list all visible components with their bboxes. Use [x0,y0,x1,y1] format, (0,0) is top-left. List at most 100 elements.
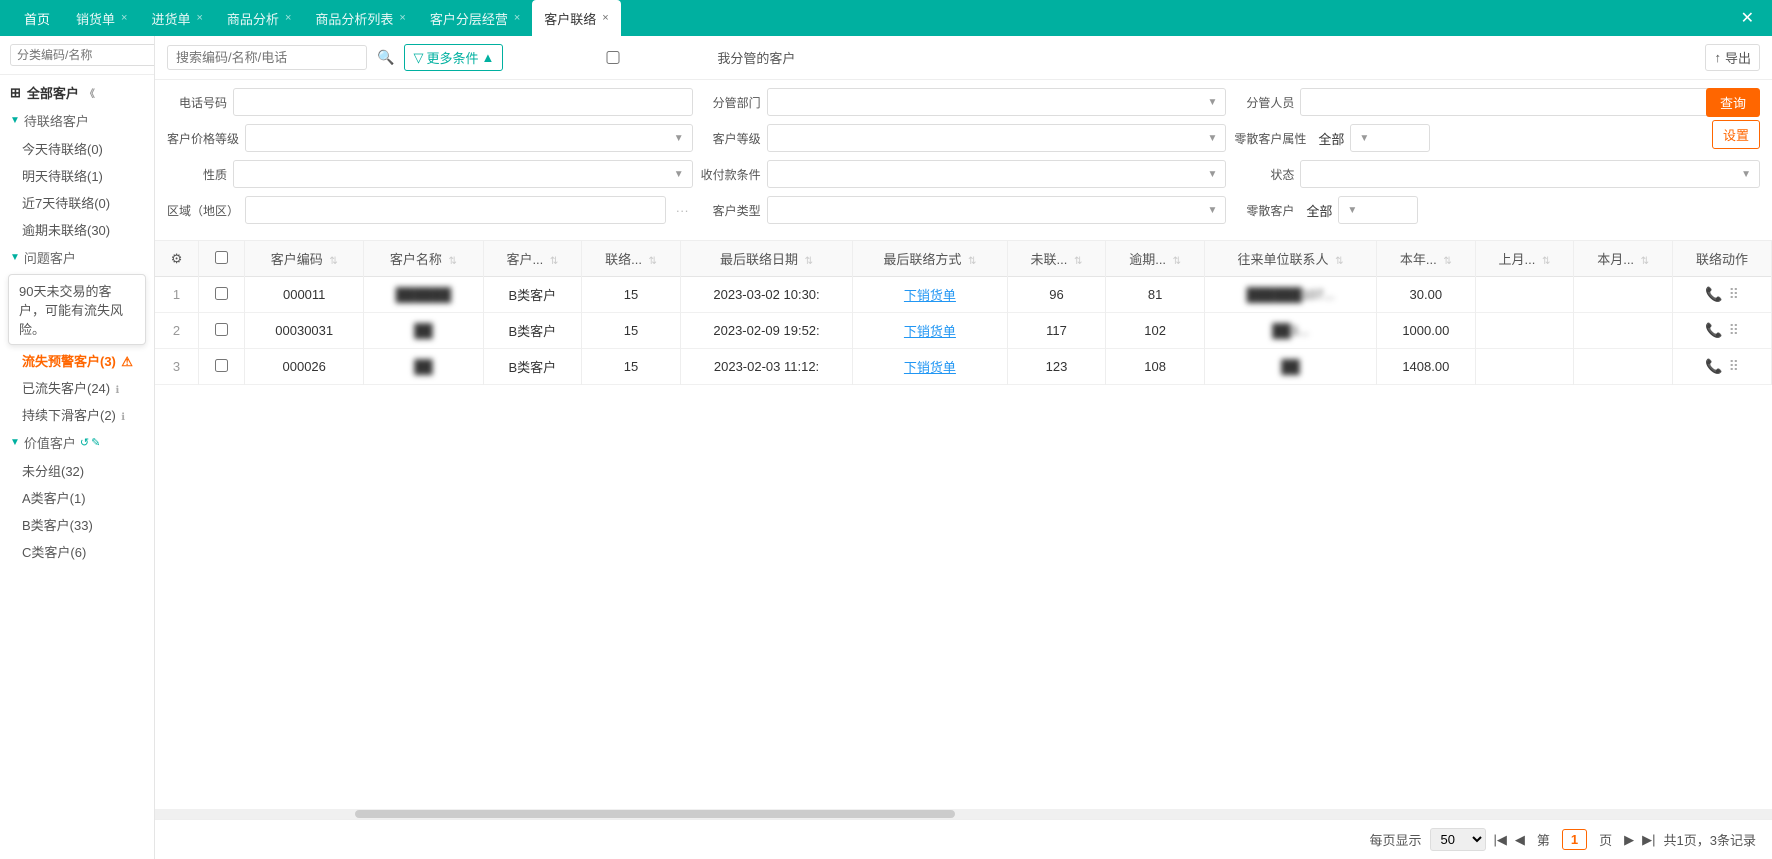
region-dots[interactable]: ··· [672,203,693,218]
tab-product-analysis-close[interactable]: × [285,12,291,24]
retail-customer-select[interactable]: ▼ [1338,196,1418,224]
manager-select[interactable]: ▼ [1300,88,1733,116]
export-button[interactable]: ↑ 导出 [1705,44,1760,71]
sidebar-all-customers[interactable]: ⊞ 全部客户 《 [0,75,154,106]
sort-code-icon: ⇅ [329,256,337,267]
col-last-month[interactable]: 上月... ⇅ [1475,241,1574,277]
tab-product-analysis-list-close[interactable]: × [399,12,405,24]
col-not-contacted[interactable]: 未联... ⇅ [1007,241,1106,277]
row-last-date-1: 2023-02-09 19:52: [680,313,852,349]
tab-purchase-order[interactable]: 进货单 × [139,0,214,36]
more-conditions-button[interactable]: ▽ 更多条件 ▲ [404,44,503,71]
sidebar-item-churned[interactable]: 已流失客户(24) ℹ [0,374,154,401]
my-customers-checkbox-label[interactable]: 我分管的客户 [513,48,795,67]
col-type[interactable]: 客户... ⇅ [483,241,582,277]
sidebar-search-input[interactable] [10,44,155,66]
sidebar-item-declining[interactable]: 持续下滑客户(2) ℹ [0,401,154,428]
retail-attr-select[interactable]: ▼ [1350,124,1430,152]
col-last-method[interactable]: 最后联络方式 ⇅ [853,241,1007,277]
sidebar-item-overdue-pending[interactable]: 逾期未联络(30) [0,216,154,243]
action-more-icon-1[interactable]: ⠿ [1729,322,1739,339]
payment-select[interactable]: ▼ [767,160,1227,188]
sidebar-item-tomorrow-pending[interactable]: 明天待联络(1) [0,162,154,189]
col-this-month[interactable]: 本月... ⇅ [1574,241,1673,277]
col-contact-person[interactable]: 往来单位联系人 ⇅ [1204,241,1376,277]
tab-customer-contact-close[interactable]: × [602,12,608,24]
customer-tier-select[interactable]: ▼ [767,124,1227,152]
price-tier-select[interactable]: ▼ [245,124,693,152]
sidebar-item-ungrouped[interactable]: 未分组(32) [0,457,154,484]
col-code[interactable]: 客户编码 ⇅ [245,241,364,277]
action-phone-icon-2[interactable]: 📞 [1705,358,1722,375]
pagination-next-icon[interactable]: ▶ [1624,832,1634,848]
tooltip-problem-customers: 90天未交易的客户，可能有流失风险。 [8,274,146,345]
customer-type-arrow-icon: ▼ [1207,205,1217,216]
sidebar-group-pending-label: 待联络客户 [24,111,89,130]
row-last-method-0[interactable]: 下销货单 [853,277,1007,313]
col-overdue[interactable]: 逾期... ⇅ [1106,241,1205,277]
row-checkbox-1[interactable] [199,313,245,349]
tab-sales-order[interactable]: 销货单 × [64,0,139,36]
pagination-first-icon[interactable]: |◀ [1494,832,1507,848]
my-customers-checkbox[interactable] [513,51,713,64]
row-checkbox-2[interactable] [199,349,245,385]
settings-button[interactable]: 设置 [1712,120,1760,149]
nature-select[interactable]: ▼ [233,160,693,188]
phone-input[interactable] [233,88,693,116]
row-code-1: 00030031 [245,313,364,349]
col-checkbox[interactable] [199,241,245,277]
horizontal-scrollbar[interactable] [155,809,1772,819]
sidebar-item-today-pending[interactable]: 今天待联络(0) [0,135,154,162]
action-phone-icon-0[interactable]: 📞 [1705,286,1722,303]
sidebar-group-problem[interactable]: ▼ 问题客户 [0,243,154,272]
close-app-button[interactable]: ✕ [1733,8,1762,28]
status-select[interactable]: ▼ [1300,160,1760,188]
filter-row-2: 客户价格等级 ▼ 客户等级 ▼ 零散客户属性 全部 [167,124,1760,152]
search-button[interactable]: 🔍 [377,49,394,66]
tab-customer-tier[interactable]: 客户分层经营 × [418,0,532,36]
action-more-icon-2[interactable]: ⠿ [1729,358,1739,375]
search-input[interactable] [167,45,367,70]
tab-sales-order-close[interactable]: × [121,12,127,24]
tab-purchase-order-close[interactable]: × [196,12,202,24]
tab-home[interactable]: 首页 [10,0,64,36]
row-num-2: 3 [155,349,199,385]
region-select[interactable] [245,196,666,224]
retail-customer-arrow-icon: ▼ [1347,205,1357,216]
refresh-icon[interactable]: ↺ [80,436,89,449]
col-settings[interactable]: ⚙ [155,241,199,277]
customer-type-select[interactable]: ▼ [767,196,1227,224]
action-more-icon-0[interactable]: ⠿ [1729,286,1739,303]
tab-product-analysis-list[interactable]: 商品分析列表 × [303,0,417,36]
action-phone-icon-1[interactable]: 📞 [1705,322,1722,339]
per-page-select[interactable]: 50 20 100 [1430,828,1486,851]
tab-customer-tier-close[interactable]: × [514,12,520,24]
sidebar-group-value[interactable]: ▼ 价值客户 ↺ ✎ [0,428,154,457]
sidebar-item-class-c[interactable]: C类客户(6) [0,538,154,565]
col-this-year[interactable]: 本年... ⇅ [1376,241,1475,277]
row-checkbox-0[interactable] [199,277,245,313]
tab-product-analysis[interactable]: 商品分析 × [215,0,303,36]
sidebar-item-class-a[interactable]: A类客户(1) [0,484,154,511]
col-last-date[interactable]: 最后联络日期 ⇅ [680,241,852,277]
select-all-checkbox[interactable] [215,251,228,264]
edit-icon[interactable]: ✎ [91,436,100,449]
tab-customer-contact[interactable]: 客户联络 × [532,0,620,36]
scrollbar-thumb[interactable] [355,810,955,818]
sort-overdue-icon: ⇅ [1173,256,1181,267]
row-last-method-1[interactable]: 下销货单 [853,313,1007,349]
row-contact-1: 15 [582,313,681,349]
sidebar-item-class-b[interactable]: B类客户(33) [0,511,154,538]
sidebar-item-churn-warning[interactable]: 流失预警客户(3) ⚠ [0,347,154,374]
filter-row-1: 电话号码 分管部门 ▼ 分管人员 ▼ ··· [167,88,1760,116]
sidebar-group-pending[interactable]: ▼ 待联络客户 [0,106,154,135]
pagination-last-icon[interactable]: ▶| [1642,832,1655,848]
dept-select[interactable]: ▼ [767,88,1227,116]
query-button[interactable]: 查询 [1706,88,1760,117]
row-last-method-2[interactable]: 下销货单 [853,349,1007,385]
pagination-prev-icon[interactable]: ◀ [1515,832,1525,848]
col-contact[interactable]: 联络... ⇅ [582,241,681,277]
col-name[interactable]: 客户名称 ⇅ [364,241,483,277]
sidebar-item-week-pending[interactable]: 近7天待联络(0) [0,189,154,216]
sidebar-collapse-icon[interactable]: 《 [85,85,95,100]
